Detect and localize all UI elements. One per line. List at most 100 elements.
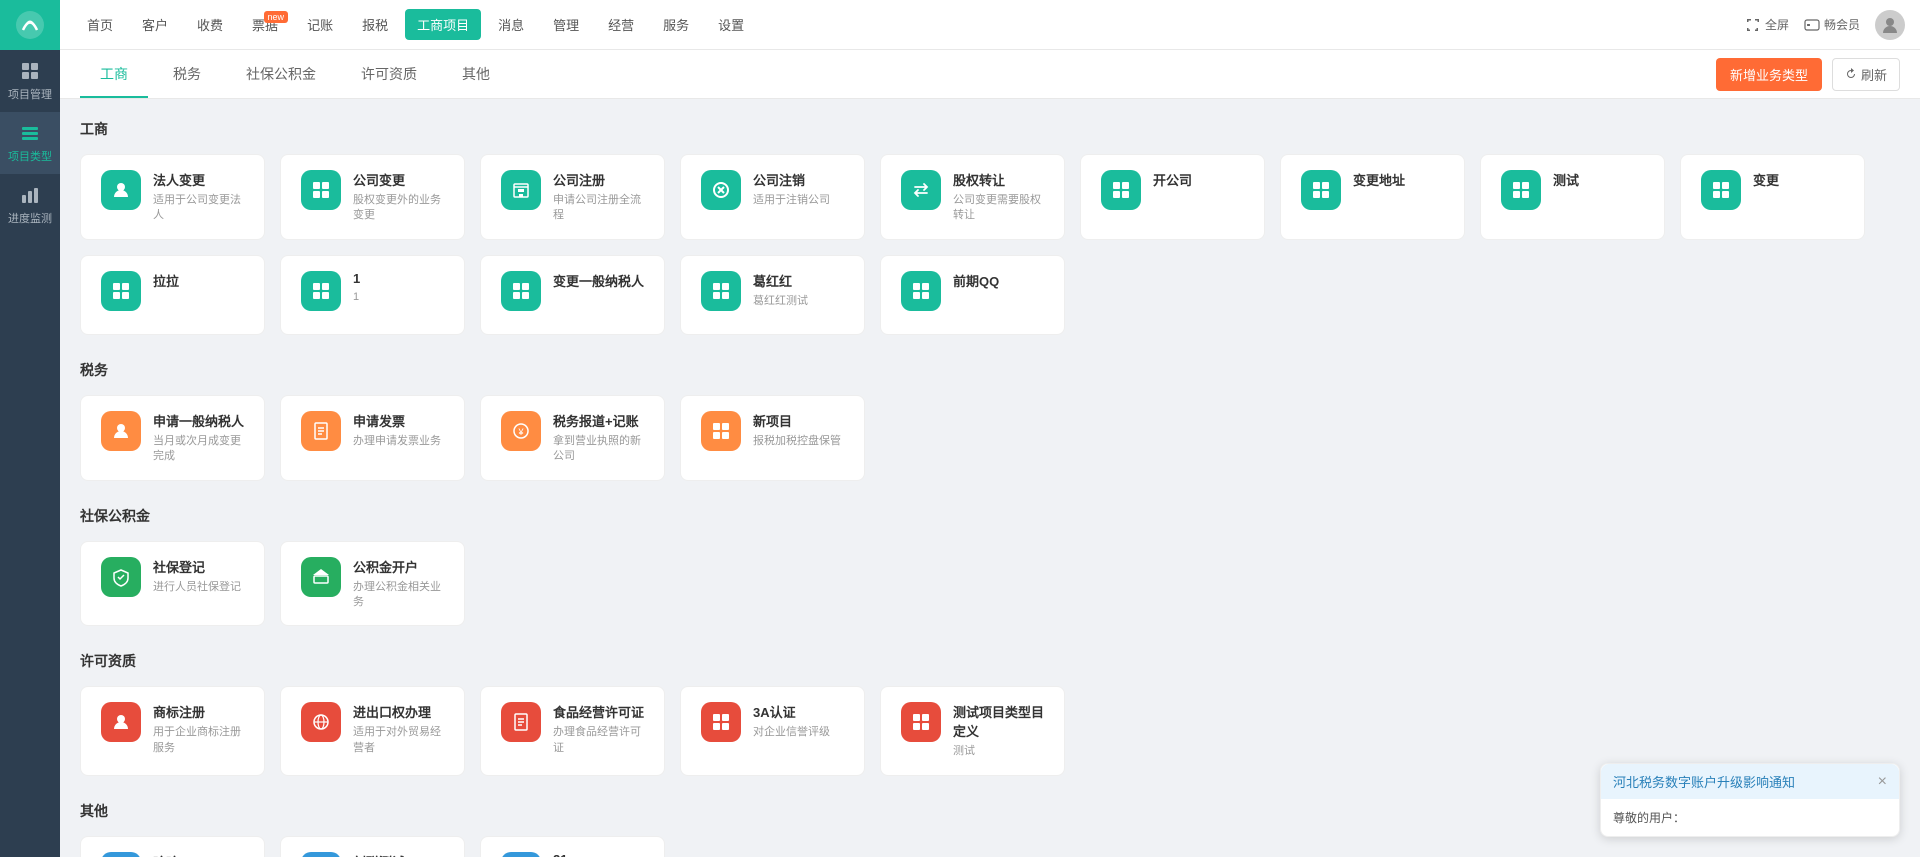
- card-item[interactable]: 股权转让公司变更需要股权转让: [880, 154, 1065, 240]
- card-item[interactable]: 法人变更适用于公司变更法人: [80, 154, 265, 240]
- card-item[interactable]: 申请一般纳税人当月或次月成变更完成: [80, 395, 265, 481]
- card-title: 公司变更: [353, 170, 444, 189]
- card-item[interactable]: 葛红红葛红红测试: [680, 255, 865, 335]
- notification-body: 尊敬的用户：: [1601, 799, 1899, 836]
- card-item[interactable]: 开公司: [1080, 154, 1265, 240]
- card-desc: 测试: [953, 744, 1044, 759]
- card-item[interactable]: ¥税务报道+记账拿到营业执照的新公司: [480, 395, 665, 481]
- nav-bookkeeping[interactable]: 记账: [295, 9, 345, 40]
- nav-settings[interactable]: 设置: [706, 9, 756, 40]
- card-item[interactable]: 公司注册申请公司注册全流程: [480, 154, 665, 240]
- fullscreen-button[interactable]: 全屏: [1745, 16, 1789, 33]
- card-desc: 公司变更需要股权转让: [953, 193, 1044, 224]
- card-item[interactable]: 变更: [1680, 154, 1865, 240]
- building-icon: [501, 170, 541, 210]
- tab-other[interactable]: 其他: [442, 50, 510, 98]
- nav-ticket[interactable]: 票据 new: [240, 9, 290, 40]
- card-item[interactable]: 11: [280, 255, 465, 335]
- member-button[interactable]: 畅会员: [1804, 16, 1860, 33]
- card-item[interactable]: 拉拉: [80, 255, 265, 335]
- card-desc: 报税加税控盘保管: [753, 434, 844, 449]
- card-item[interactable]: 测试项目类型目定义测试: [880, 686, 1065, 775]
- tab-xuke[interactable]: 许可资质: [341, 50, 437, 98]
- tab-shuiwu[interactable]: 税务: [153, 50, 221, 98]
- card-item[interactable]: 社保登记进行人员社保登记: [80, 541, 265, 627]
- card-item[interactable]: 变更地址: [1280, 154, 1465, 240]
- grid-icon: [301, 271, 341, 311]
- card-item[interactable]: 哈哈: [80, 836, 265, 857]
- grid-icon: [301, 170, 341, 210]
- card-title: 税务报道+记账: [553, 411, 644, 430]
- card-item[interactable]: 211: [480, 836, 665, 857]
- user-avatar[interactable]: [1875, 10, 1905, 40]
- tabs-bar: 工商 税务 社保公积金 许可资质 其他 新增业务类型 刷新: [60, 50, 1920, 99]
- grid-icon: [901, 702, 941, 742]
- card-info: 食品经营许可证办理食品经营许可证: [553, 702, 644, 756]
- sidebar-item-progress[interactable]: 进度监测: [0, 174, 60, 236]
- nav-customer[interactable]: 客户: [130, 9, 180, 40]
- card-title: 公积金开户: [353, 557, 444, 576]
- grid-icon: [1101, 170, 1141, 210]
- nav-service[interactable]: 服务: [651, 9, 701, 40]
- card-item[interactable]: 测试: [1480, 154, 1665, 240]
- card-info: 社保登记进行人员社保登记: [153, 557, 244, 595]
- card-item[interactable]: 变更一般纳税人: [480, 255, 665, 335]
- card-item[interactable]: 前期QQ: [880, 255, 1065, 335]
- refresh-button[interactable]: 刷新: [1832, 58, 1900, 91]
- card-item[interactable]: 新项目报税加税控盘保管: [680, 395, 865, 481]
- card-title: 新项目: [753, 411, 844, 430]
- card-info: 申请一般纳税人当月或次月成变更完成: [153, 411, 244, 465]
- card-item[interactable]: 公司变更股权变更外的业务变更: [280, 154, 465, 240]
- card-title: 申请发票: [353, 411, 444, 430]
- cards-grid: 法人变更适用于公司变更法人公司变更股权变更外的业务变更 公司注册申请公司注册全流程…: [80, 154, 1900, 335]
- card-title: 申请一般纳税人: [153, 411, 244, 430]
- card-desc: 对企业信誉评级: [753, 725, 844, 740]
- card-item[interactable]: 公积金开户办理公积金相关业务: [280, 541, 465, 627]
- card-item[interactable]: 食品经营许可证办理食品经营许可证: [480, 686, 665, 775]
- card-info: 变更地址: [1353, 170, 1444, 193]
- cards-grid: 哈哈刘聪测试测试 211: [80, 836, 1900, 857]
- sidebar-item-label: 进度监测: [8, 210, 52, 226]
- section-工商: 工商法人变更适用于公司变更法人公司变更股权变更外的业务变更公司注册申请公司注册全…: [80, 119, 1900, 335]
- grid-icon: [901, 271, 941, 311]
- card-info: 股权转让公司变更需要股权转让: [953, 170, 1044, 224]
- nav-manage[interactable]: 管理: [541, 9, 591, 40]
- card-info: 公司注销适用于注销公司: [753, 170, 844, 208]
- nav-biz-project[interactable]: 工商项目: [405, 9, 481, 40]
- card-item[interactable]: 商标注册用于企业商标注册服务: [80, 686, 265, 775]
- card-title: 3A认证: [753, 702, 844, 721]
- card-item[interactable]: 3A认证对企业信誉评级: [680, 686, 865, 775]
- sidebar-item-project-type[interactable]: 项目类型: [0, 112, 60, 174]
- person-icon: [101, 170, 141, 210]
- card-info: 公司注册申请公司注册全流程: [553, 170, 644, 224]
- transfer-icon: [901, 170, 941, 210]
- nav-operation[interactable]: 经营: [596, 9, 646, 40]
- globe-icon: [301, 702, 341, 742]
- nav-home[interactable]: 首页: [75, 9, 125, 40]
- nav-fee[interactable]: 收费: [185, 9, 235, 40]
- card-info: 3A认证对企业信誉评级: [753, 702, 844, 740]
- card-info: 公积金开户办理公积金相关业务: [353, 557, 444, 611]
- sidebar-item-project-management[interactable]: 项目管理: [0, 50, 60, 112]
- card-info: 前期QQ: [953, 271, 1044, 294]
- card-desc: 用于企业商标注册服务: [153, 725, 244, 756]
- nav-message[interactable]: 消息: [486, 9, 536, 40]
- card-info: 商标注册用于企业商标注册服务: [153, 702, 244, 756]
- card-title: 测试: [1553, 170, 1644, 189]
- notification-close-button[interactable]: ×: [1878, 773, 1887, 791]
- card-item[interactable]: 申请发票办理申请发票业务: [280, 395, 465, 481]
- tab-gongshang[interactable]: 工商: [80, 50, 148, 98]
- card-item[interactable]: 刘聪测试测试: [280, 836, 465, 857]
- nav-tax[interactable]: 报税: [350, 9, 400, 40]
- grid-icon: [301, 852, 341, 857]
- card-title: 变更: [1753, 170, 1844, 189]
- grid-icon: [101, 852, 141, 857]
- card-item[interactable]: 公司注销适用于注销公司: [680, 154, 865, 240]
- card-desc: 办理申请发票业务: [353, 434, 444, 449]
- sidebar-item-label: 项目管理: [8, 86, 52, 102]
- add-type-button[interactable]: 新增业务类型: [1716, 58, 1822, 91]
- doc-icon: [301, 411, 341, 451]
- tab-shebao[interactable]: 社保公积金: [226, 50, 336, 98]
- card-item[interactable]: 进出口权办理适用于对外贸易经营者: [280, 686, 465, 775]
- main-area: 首页 客户 收费 票据 new 记账 报税 工商项目 消息 管理 经营 服务 设…: [60, 0, 1920, 857]
